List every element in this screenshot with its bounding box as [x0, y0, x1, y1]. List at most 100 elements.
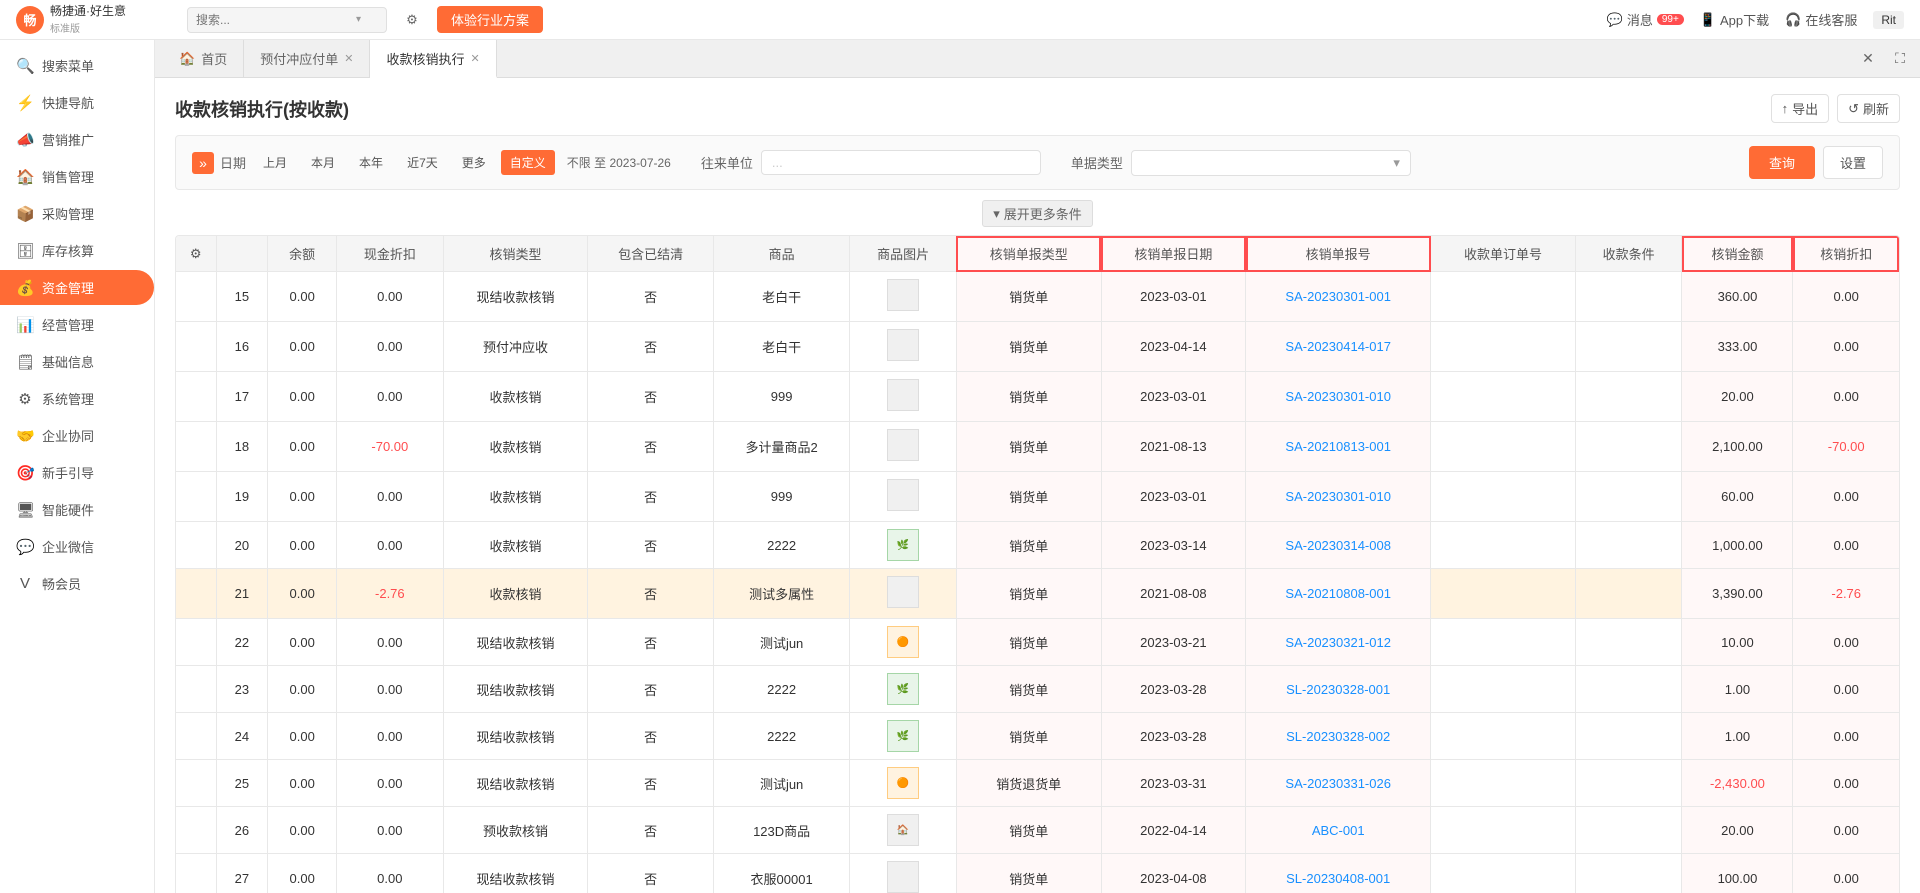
enterprise-icon: 🤝	[16, 427, 34, 445]
date-btn-last-month[interactable]: 上月	[254, 150, 296, 175]
username-display[interactable]: Rit	[1873, 11, 1904, 29]
report-no-link[interactable]: SA-20210808-001	[1285, 586, 1391, 601]
cell-writeoff-discount: 0.00	[1793, 272, 1899, 322]
product-image-blank	[887, 479, 919, 511]
cell-report-no[interactable]: SL-20230328-001	[1246, 666, 1431, 713]
cell-report-no[interactable]: SA-20230331-026	[1246, 760, 1431, 807]
date-btn-this-month[interactable]: 本月	[302, 150, 344, 175]
report-no-link[interactable]: SA-20230314-008	[1285, 538, 1391, 553]
cell-included-settled: 否	[588, 619, 714, 666]
cell-report-no[interactable]: SA-20210808-001	[1246, 569, 1431, 619]
cell-cash-discount: 0.00	[337, 760, 444, 807]
tab-home[interactable]: 🏠 首页	[163, 40, 244, 78]
col-product-image: 商品图片	[850, 236, 957, 272]
cell-report-no[interactable]: SA-20230321-012	[1246, 619, 1431, 666]
industry-btn[interactable]: 体验行业方案	[437, 6, 543, 33]
sidebar-item-vip[interactable]: V 畅会员	[0, 566, 154, 601]
report-no-link[interactable]: SA-20230301-010	[1285, 389, 1391, 404]
expand-icon: ▾	[993, 206, 1000, 222]
report-no-link[interactable]: ABC-001	[1312, 823, 1365, 838]
cell-balance: 0.00	[268, 807, 337, 854]
refresh-btn[interactable]: ↺ 刷新	[1837, 94, 1900, 123]
expand-more-btn[interactable]: ▾ 展开更多条件	[982, 200, 1093, 227]
cell-writeoff-amount: 333.00	[1682, 322, 1793, 372]
sidebar-item-basic[interactable]: 🗒 基础信息	[0, 344, 154, 379]
order-type-select[interactable]: ▾	[1131, 150, 1411, 176]
search-box[interactable]: ▾	[187, 7, 387, 33]
sidebar-label-hardware: 智能硬件	[42, 500, 94, 519]
tab-writeoff-close[interactable]: ✕	[470, 52, 479, 65]
sidebar-item-marketing[interactable]: 📣 营销推广	[0, 122, 154, 157]
sidebar-item-wechat[interactable]: 💬 企业微信	[0, 529, 154, 564]
cell-report-type: 销货退货单	[956, 760, 1101, 807]
tab-expand-btn[interactable]: ⛶	[1888, 47, 1912, 71]
sidebar-item-enterprise[interactable]: 🤝 企业协同	[0, 418, 154, 453]
col-gear[interactable]: ⚙	[176, 236, 216, 272]
sidebar-item-finance[interactable]: 💰 资金管理	[0, 270, 154, 305]
tab-close-btn[interactable]: ✕	[1856, 47, 1880, 71]
sidebar-item-hardware[interactable]: 🖥 智能硬件	[0, 492, 154, 527]
cell-included-settled: 否	[588, 272, 714, 322]
sidebar-item-sales[interactable]: 🏠 销售管理	[0, 159, 154, 194]
tab-prepay-close[interactable]: ✕	[344, 52, 353, 65]
cell-balance: 0.00	[268, 619, 337, 666]
date-btn-more[interactable]: 更多	[453, 150, 495, 175]
cell-balance: 0.00	[268, 760, 337, 807]
export-btn[interactable]: ↑ 导出	[1771, 94, 1830, 123]
cell-report-no[interactable]: SL-20230408-001	[1246, 854, 1431, 893]
col-writeoff-discount: 核销折扣	[1793, 236, 1899, 272]
cell-writeoff-type: 现结收款核销	[443, 272, 588, 322]
online-service-btn[interactable]: 🎧 在线客服	[1785, 10, 1857, 29]
partner-input[interactable]: ...	[761, 150, 1041, 175]
sidebar-item-search[interactable]: 🔍 搜索菜单	[0, 48, 154, 83]
cell-report-no[interactable]: SA-20230301-001	[1246, 272, 1431, 322]
report-no-link[interactable]: SA-20230301-001	[1285, 289, 1391, 304]
report-no-link[interactable]: SA-20230321-012	[1285, 635, 1391, 650]
filter-expand-toggle[interactable]: »	[192, 152, 214, 174]
col-receipt-condition: 收款条件	[1575, 236, 1682, 272]
sidebar-item-guide[interactable]: 🎯 新手引导	[0, 455, 154, 490]
cell-product: 多计量商品2	[714, 422, 850, 472]
cell-writeoff-discount: -70.00	[1793, 422, 1899, 472]
basic-icon: 🗒	[16, 353, 34, 371]
sidebar-item-operation[interactable]: 📊 经营管理	[0, 307, 154, 342]
report-no-link[interactable]: SL-20230328-002	[1286, 729, 1390, 744]
cell-receipt-order-no	[1431, 272, 1576, 322]
cell-seq: 15	[216, 272, 268, 322]
cell-cash-discount: 0.00	[337, 522, 444, 569]
filter-settings-btn[interactable]: 设置	[1823, 146, 1883, 179]
cell-balance: 0.00	[268, 569, 337, 619]
date-btn-7days[interactable]: 近7天	[398, 150, 447, 175]
search-input[interactable]	[196, 13, 356, 27]
sidebar-item-inventory[interactable]: 🗄 库存核算	[0, 233, 154, 268]
report-no-link[interactable]: SA-20230331-026	[1285, 776, 1391, 791]
sidebar-item-purchase[interactable]: 📦 采购管理	[0, 196, 154, 231]
date-btn-custom[interactable]: 自定义	[501, 150, 555, 175]
report-no-link[interactable]: SA-20230301-010	[1285, 489, 1391, 504]
online-service-label: 在线客服	[1805, 10, 1857, 29]
cell-report-no[interactable]: SA-20230414-017	[1246, 322, 1431, 372]
tab-prepay[interactable]: 预付冲应付单 ✕	[244, 40, 370, 78]
report-no-link[interactable]: SA-20230414-017	[1285, 339, 1391, 354]
report-no-link[interactable]: SL-20230328-001	[1286, 682, 1390, 697]
sidebar-item-system[interactable]: ⚙ 系统管理	[0, 381, 154, 416]
cell-report-date: 2023-03-01	[1101, 472, 1246, 522]
cell-report-no[interactable]: SA-20230301-010	[1246, 372, 1431, 422]
cell-report-no[interactable]: ABC-001	[1246, 807, 1431, 854]
app-download-btn[interactable]: 📱 App下载	[1700, 10, 1769, 29]
report-no-link[interactable]: SL-20230408-001	[1286, 871, 1390, 886]
cell-report-no[interactable]: SA-20230301-010	[1246, 472, 1431, 522]
report-no-link[interactable]: SA-20210813-001	[1285, 439, 1391, 454]
query-btn[interactable]: 查询	[1749, 146, 1815, 179]
tab-writeoff[interactable]: 收款核销执行 ✕	[370, 40, 496, 78]
cell-report-no[interactable]: SA-20230314-008	[1246, 522, 1431, 569]
column-settings-icon[interactable]: ⚙	[190, 246, 202, 261]
cell-writeoff-type: 预付冲应收	[443, 322, 588, 372]
date-btn-this-year[interactable]: 本年	[350, 150, 392, 175]
cell-report-no[interactable]: SA-20210813-001	[1246, 422, 1431, 472]
messages-btn[interactable]: 💬 消息 99+	[1607, 10, 1684, 29]
sidebar-item-quick-nav[interactable]: ⚡ 快捷导航	[0, 85, 154, 120]
product-image-blank	[887, 279, 919, 311]
cell-report-no[interactable]: SL-20230328-002	[1246, 713, 1431, 760]
settings-icon[interactable]: ⚙	[399, 7, 425, 33]
